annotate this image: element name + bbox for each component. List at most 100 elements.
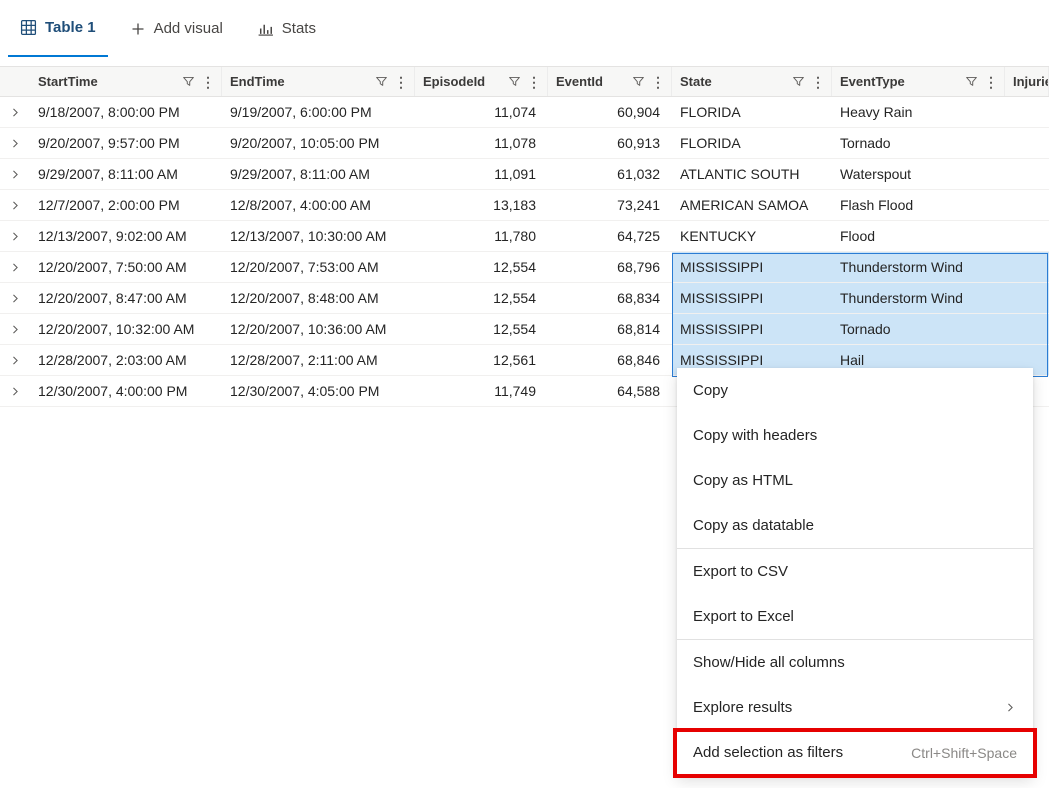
cell-endtime[interactable]: 12/20/2007, 8:48:00 AM bbox=[222, 283, 415, 313]
cell-eventtype[interactable]: Tornado bbox=[832, 314, 1005, 344]
cell-starttime[interactable]: 12/20/2007, 10:32:00 AM bbox=[30, 314, 222, 344]
row-expand-chevron-icon[interactable] bbox=[0, 283, 30, 313]
row-expand-chevron-icon[interactable] bbox=[0, 314, 30, 344]
cell-eventtype[interactable]: Flash Flood bbox=[832, 190, 1005, 220]
cell-endtime[interactable]: 12/20/2007, 7:53:00 AM bbox=[222, 252, 415, 282]
cell-state[interactable]: MISSISSIPPI bbox=[672, 283, 832, 313]
cell-starttime[interactable]: 12/28/2007, 2:03:00 AM bbox=[30, 345, 222, 375]
column-menu-icon[interactable]: ⋮ bbox=[811, 75, 825, 89]
cell-episodeid[interactable]: 12,554 bbox=[415, 252, 548, 282]
cell-injuriesdirect[interactable] bbox=[1005, 221, 1049, 251]
cell-endtime[interactable]: 12/13/2007, 10:30:00 AM bbox=[222, 221, 415, 251]
cell-episodeid[interactable]: 13,183 bbox=[415, 190, 548, 220]
cell-starttime[interactable]: 9/29/2007, 8:11:00 AM bbox=[30, 159, 222, 189]
row-expand-chevron-icon[interactable] bbox=[0, 190, 30, 220]
cell-state[interactable]: FLORIDA bbox=[672, 97, 832, 127]
cell-injuriesdirect[interactable] bbox=[1005, 190, 1049, 220]
column-header-episodeid[interactable]: EpisodeId ⋮ bbox=[415, 67, 548, 96]
cell-starttime[interactable]: 9/20/2007, 9:57:00 PM bbox=[30, 128, 222, 158]
cell-eventid[interactable]: 68,846 bbox=[548, 345, 672, 375]
menu-item-export-to-excel[interactable]: Export to Excel bbox=[677, 594, 1033, 639]
cell-injuriesdirect[interactable] bbox=[1005, 97, 1049, 127]
cell-episodeid[interactable]: 11,780 bbox=[415, 221, 548, 251]
cell-starttime[interactable]: 12/30/2007, 4:00:00 PM bbox=[30, 376, 222, 406]
cell-starttime[interactable]: 9/18/2007, 8:00:00 PM bbox=[30, 97, 222, 127]
row-expand-chevron-icon[interactable] bbox=[0, 221, 30, 251]
menu-item-show-hide-all-columns[interactable]: Show/Hide all columns bbox=[677, 640, 1033, 685]
row-expand-chevron-icon[interactable] bbox=[0, 376, 30, 406]
cell-injuriesdirect[interactable] bbox=[1005, 283, 1049, 313]
cell-state[interactable]: KENTUCKY bbox=[672, 221, 832, 251]
cell-starttime[interactable]: 12/20/2007, 7:50:00 AM bbox=[30, 252, 222, 282]
cell-episodeid[interactable]: 12,561 bbox=[415, 345, 548, 375]
menu-item-copy-as-datatable[interactable]: Copy as datatable bbox=[677, 503, 1033, 548]
column-header-state[interactable]: State ⋮ bbox=[672, 67, 832, 96]
cell-eventid[interactable]: 64,725 bbox=[548, 221, 672, 251]
filter-icon[interactable] bbox=[632, 75, 645, 88]
cell-injuriesdirect[interactable] bbox=[1005, 314, 1049, 344]
cell-eventid[interactable]: 73,241 bbox=[548, 190, 672, 220]
cell-endtime[interactable]: 12/28/2007, 2:11:00 AM bbox=[222, 345, 415, 375]
cell-eventtype[interactable]: Thunderstorm Wind bbox=[832, 252, 1005, 282]
cell-eventid[interactable]: 68,796 bbox=[548, 252, 672, 282]
menu-item-explore-results[interactable]: Explore results bbox=[677, 685, 1033, 730]
cell-episodeid[interactable]: 12,554 bbox=[415, 283, 548, 313]
row-expand-chevron-icon[interactable] bbox=[0, 97, 30, 127]
menu-item-export-to-csv[interactable]: Export to CSV bbox=[677, 549, 1033, 594]
cell-state[interactable]: MISSISSIPPI bbox=[672, 314, 832, 344]
menu-item-copy[interactable]: Copy bbox=[677, 368, 1033, 413]
row-expand-chevron-icon[interactable] bbox=[0, 252, 30, 282]
filter-icon[interactable] bbox=[792, 75, 805, 88]
cell-endtime[interactable]: 9/29/2007, 8:11:00 AM bbox=[222, 159, 415, 189]
cell-episodeid[interactable]: 11,074 bbox=[415, 97, 548, 127]
column-header-injuriesdirect[interactable]: InjuriesDirect⋮ bbox=[1005, 67, 1049, 96]
row-expand-chevron-icon[interactable] bbox=[0, 128, 30, 158]
cell-starttime[interactable]: 12/20/2007, 8:47:00 AM bbox=[30, 283, 222, 313]
column-menu-icon[interactable]: ⋮ bbox=[527, 75, 541, 89]
add-visual-button[interactable]: Add visual bbox=[118, 0, 235, 57]
cell-state[interactable]: FLORIDA bbox=[672, 128, 832, 158]
filter-icon[interactable] bbox=[508, 75, 521, 88]
row-expand-chevron-icon[interactable] bbox=[0, 345, 30, 375]
column-menu-icon[interactable]: ⋮ bbox=[651, 75, 665, 89]
column-menu-icon[interactable]: ⋮ bbox=[394, 75, 408, 89]
column-header-endtime[interactable]: EndTime ⋮ bbox=[222, 67, 415, 96]
menu-item-copy-with-headers[interactable]: Copy with headers bbox=[677, 413, 1033, 458]
cell-endtime[interactable]: 12/20/2007, 10:36:00 AM bbox=[222, 314, 415, 344]
cell-episodeid[interactable]: 11,749 bbox=[415, 376, 548, 406]
column-header-starttime[interactable]: StartTime ⋮ bbox=[30, 67, 222, 96]
cell-eventid[interactable]: 61,032 bbox=[548, 159, 672, 189]
row-expand-chevron-icon[interactable] bbox=[0, 159, 30, 189]
menu-item-copy-as-html[interactable]: Copy as HTML bbox=[677, 458, 1033, 503]
tab-table-1[interactable]: Table 1 bbox=[8, 0, 108, 57]
cell-episodeid[interactable]: 12,554 bbox=[415, 314, 548, 344]
cell-eventtype[interactable]: Waterspout bbox=[832, 159, 1005, 189]
cell-eventtype[interactable]: Flood bbox=[832, 221, 1005, 251]
filter-icon[interactable] bbox=[182, 75, 195, 88]
cell-injuriesdirect[interactable] bbox=[1005, 159, 1049, 189]
cell-injuriesdirect[interactable] bbox=[1005, 252, 1049, 282]
cell-endtime[interactable]: 9/19/2007, 6:00:00 PM bbox=[222, 97, 415, 127]
column-header-eventid[interactable]: EventId ⋮ bbox=[548, 67, 672, 96]
cell-starttime[interactable]: 12/7/2007, 2:00:00 PM bbox=[30, 190, 222, 220]
cell-endtime[interactable]: 12/8/2007, 4:00:00 AM bbox=[222, 190, 415, 220]
cell-eventtype[interactable]: Tornado bbox=[832, 128, 1005, 158]
cell-eventid[interactable]: 68,814 bbox=[548, 314, 672, 344]
column-menu-icon[interactable]: ⋮ bbox=[984, 75, 998, 89]
cell-eventid[interactable]: 60,913 bbox=[548, 128, 672, 158]
column-menu-icon[interactable]: ⋮ bbox=[201, 75, 215, 89]
cell-eventid[interactable]: 60,904 bbox=[548, 97, 672, 127]
cell-eventtype[interactable]: Heavy Rain bbox=[832, 97, 1005, 127]
column-header-eventtype[interactable]: EventType ⋮ bbox=[832, 67, 1005, 96]
cell-state[interactable]: MISSISSIPPI bbox=[672, 252, 832, 282]
cell-starttime[interactable]: 12/13/2007, 9:02:00 AM bbox=[30, 221, 222, 251]
cell-state[interactable]: ATLANTIC SOUTH bbox=[672, 159, 832, 189]
stats-button[interactable]: Stats bbox=[245, 0, 328, 57]
cell-eventid[interactable]: 64,588 bbox=[548, 376, 672, 406]
menu-item-add-selection-as-filters[interactable]: Add selection as filters Ctrl+Shift+Space bbox=[673, 728, 1037, 778]
filter-icon[interactable] bbox=[965, 75, 978, 88]
filter-icon[interactable] bbox=[375, 75, 388, 88]
cell-endtime[interactable]: 12/30/2007, 4:05:00 PM bbox=[222, 376, 415, 406]
cell-eventid[interactable]: 68,834 bbox=[548, 283, 672, 313]
cell-episodeid[interactable]: 11,091 bbox=[415, 159, 548, 189]
